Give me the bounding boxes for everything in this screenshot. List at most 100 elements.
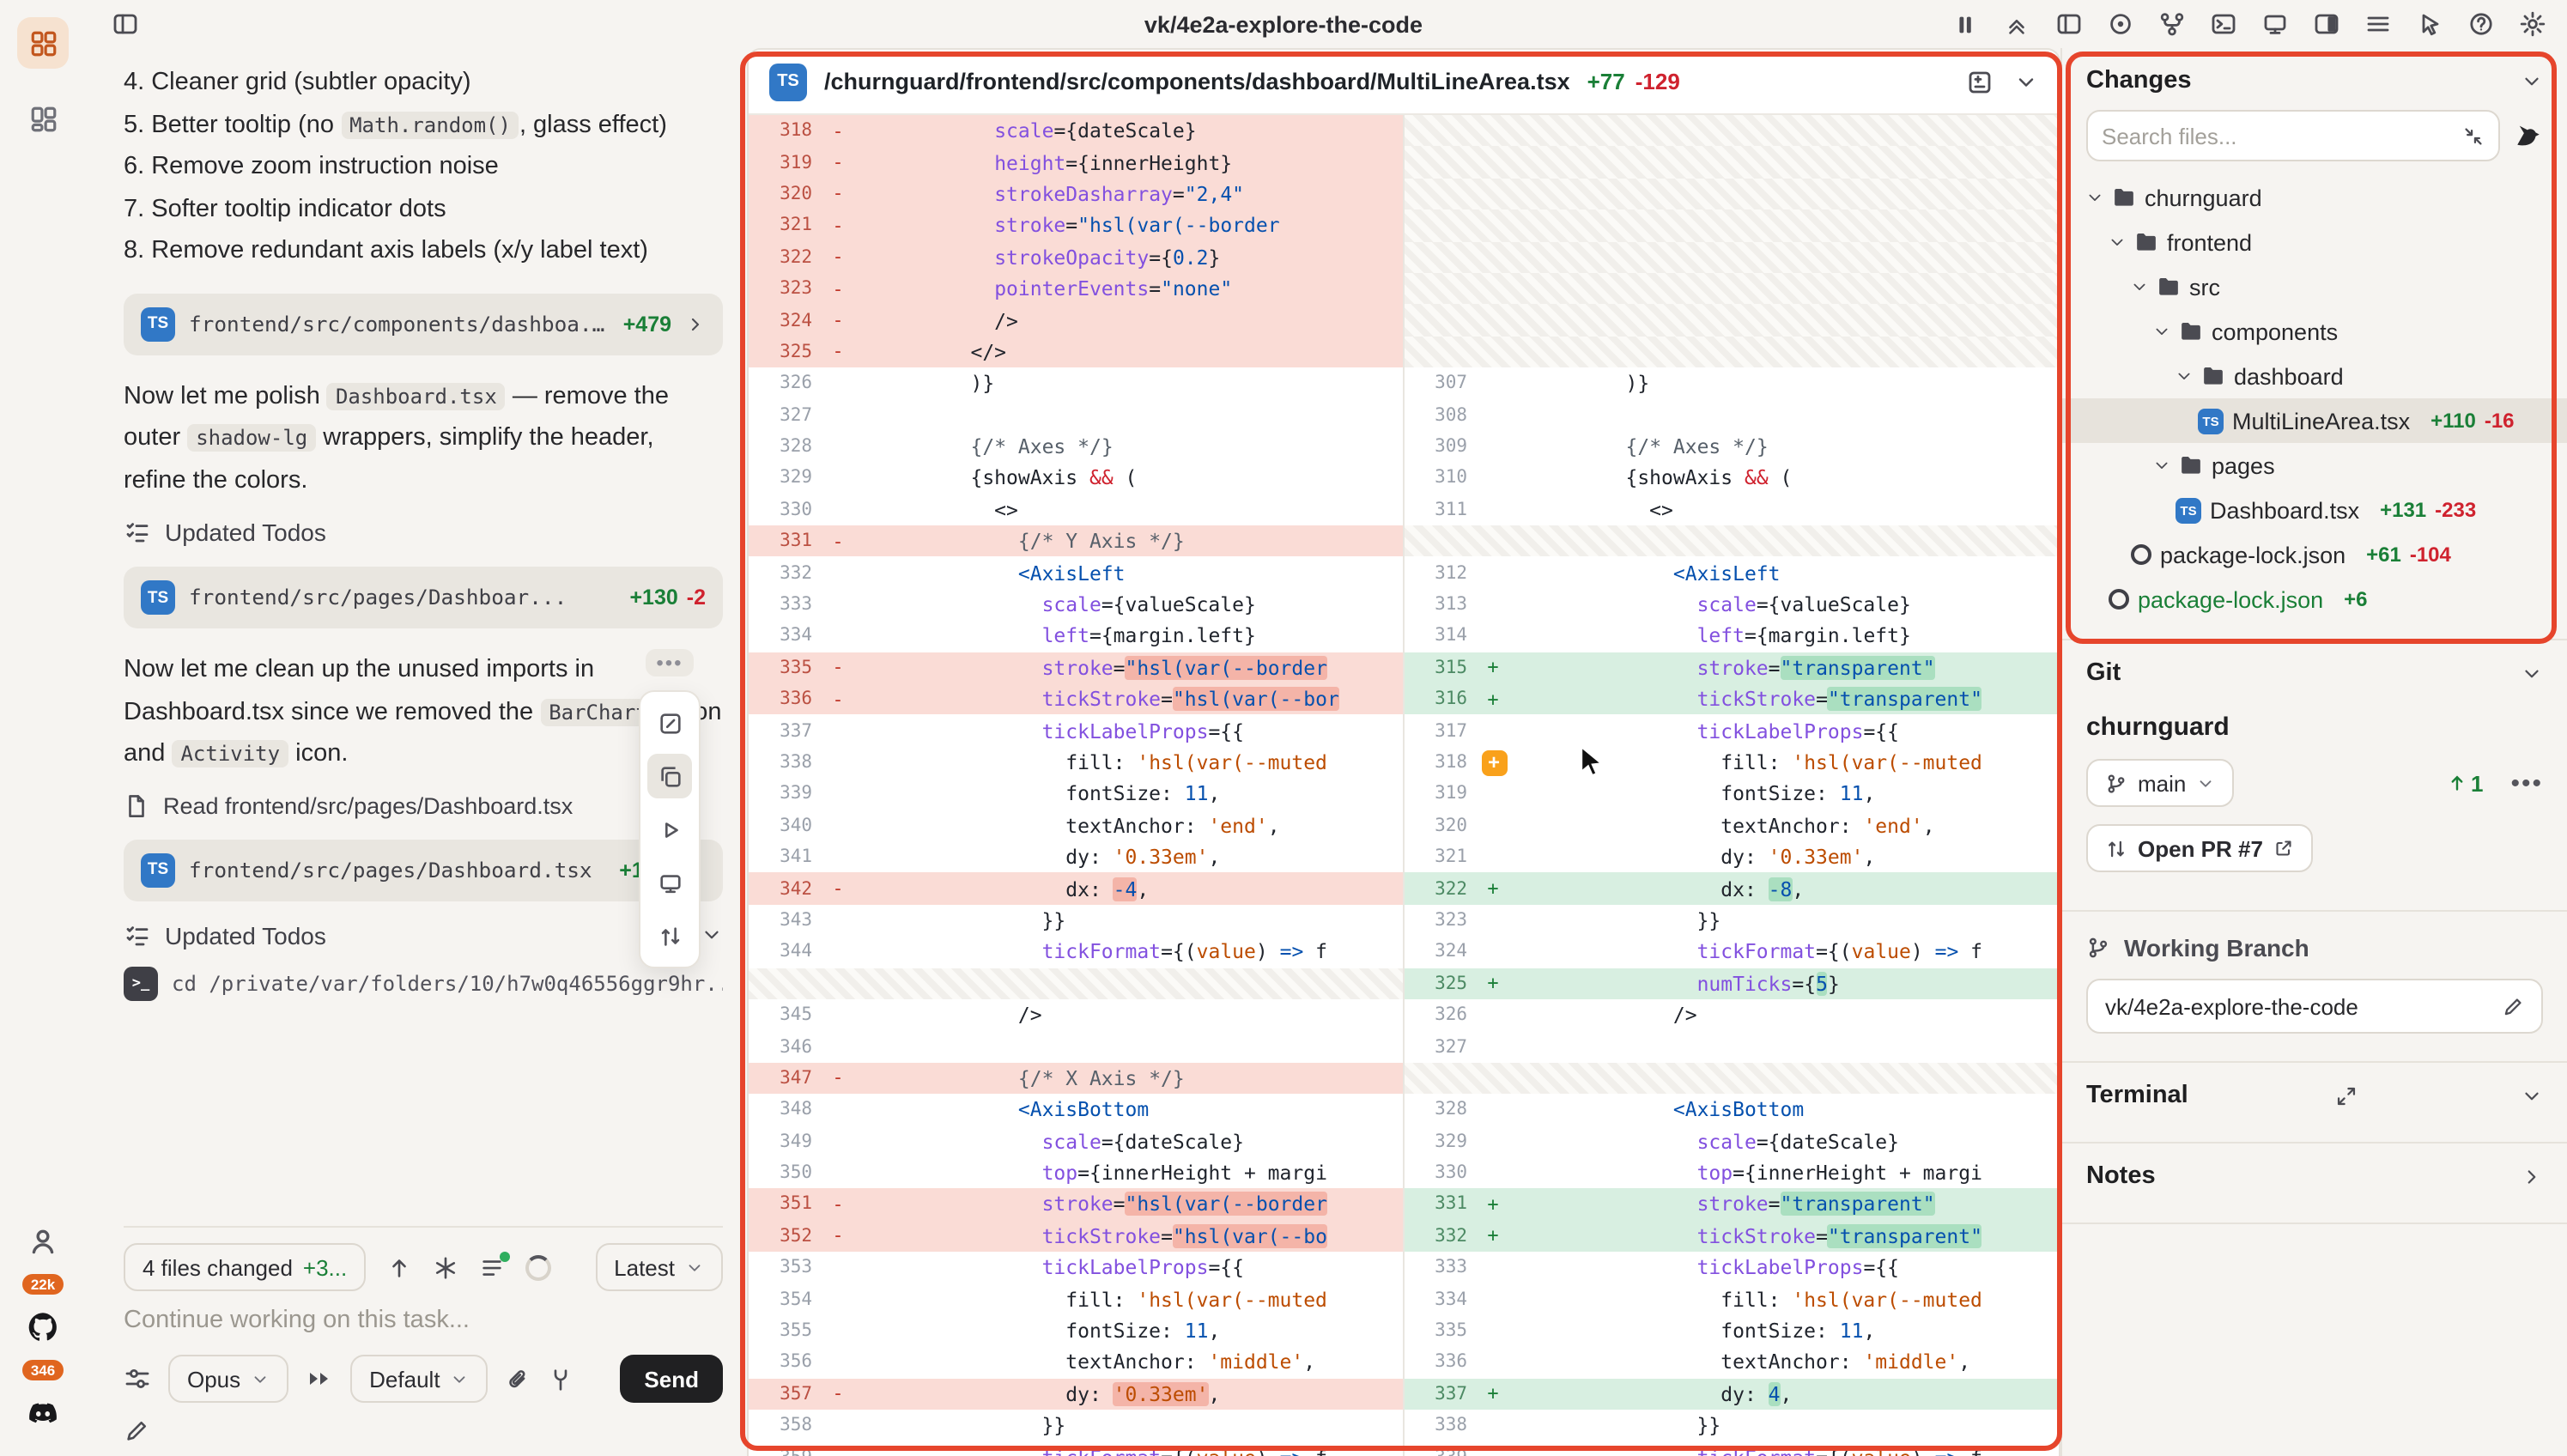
chevron-down-icon[interactable] [2521, 1084, 2543, 1107]
working-branch-input[interactable]: vk/4e2a-explore-the-code [2086, 979, 2543, 1034]
diff-row[interactable]: 335- stroke="hsl(var(--border315+ stroke… [749, 652, 2059, 683]
diff-row[interactable]: 325- </> [749, 336, 2059, 367]
diff-row[interactable]: 320- strokeDasharray="2,4" [749, 179, 2059, 210]
workspace-icon[interactable] [17, 17, 69, 69]
pointer-icon[interactable] [2414, 9, 2443, 39]
diff-row[interactable]: 336- tickStroke="hsl(var(--bor316+ tickS… [749, 683, 2059, 715]
terminal-section-header[interactable]: Terminal [2062, 1063, 2567, 1125]
sliders-icon[interactable] [124, 1365, 151, 1392]
diff-row[interactable]: 324- /> [749, 305, 2059, 337]
todos-item[interactable]: Updated Todos [124, 519, 723, 546]
panel-right-icon[interactable] [2311, 9, 2340, 39]
monitor-icon[interactable] [647, 860, 692, 905]
file-chip[interactable]: TS frontend/src/pages/Dashboard.tsx +1-5 [124, 839, 723, 901]
diff-row[interactable]: 346327 [749, 1031, 2059, 1063]
chat-bubble-icon[interactable] [2105, 9, 2134, 39]
diff-row[interactable]: 359 tickFormat={(value) => f339 tickForm… [749, 1441, 2059, 1456]
diff-row[interactable]: 357- dy: '0.33em',337+ dy: 4, [749, 1378, 2059, 1410]
diff-options-icon[interactable] [1966, 68, 1994, 95]
file-tree-item[interactable]: TSMultiLineArea.tsx+110-16 [2062, 398, 2567, 443]
chevron-down-icon[interactable] [2176, 367, 2193, 385]
terminal-command-item[interactable]: >_ cd /private/var/folders/10/h7w0q46556… [124, 966, 723, 1000]
more-icon[interactable]: ••• [2510, 768, 2543, 798]
file-tree-item[interactable]: churnguard [2062, 175, 2567, 220]
chat-scroll-area[interactable]: 4. Cleaner grid (subtler opacity)5. Bett… [124, 62, 723, 1226]
diff-rows[interactable]: 318- scale={dateScale}319- height={inner… [749, 115, 2059, 1456]
search-input[interactable]: Search files... [2086, 110, 2500, 161]
help-icon[interactable] [2466, 9, 2495, 39]
file-tree-item[interactable]: package-lock.json+61-104 [2062, 532, 2567, 577]
diff-row[interactable]: 345 />326 /> [749, 999, 2059, 1031]
settings-icon[interactable] [2517, 9, 2546, 39]
file-tree-item[interactable]: dashboard [2062, 354, 2567, 398]
diff-row[interactable]: 321- stroke="hsl(var(--border [749, 209, 2059, 241]
more-icon[interactable]: ••• [646, 649, 694, 676]
mode-dropdown[interactable]: Default [350, 1355, 488, 1403]
pause-icon[interactable] [1951, 9, 1980, 39]
diff-row[interactable]: 356 textAnchor: 'middle',336 textAnchor:… [749, 1346, 2059, 1378]
person-icon[interactable] [17, 1216, 69, 1267]
chevron-down-icon[interactable] [2153, 457, 2170, 474]
file-tree-item[interactable]: src [2062, 264, 2567, 309]
github-icon[interactable] [17, 1301, 69, 1353]
diff-row[interactable]: 330 <>311 <> [749, 494, 2059, 525]
diff-row[interactable]: 344 tickFormat={(value) => f324 tickForm… [749, 936, 2059, 968]
chevron-down-icon[interactable] [2521, 70, 2543, 92]
diff-row[interactable]: 352- tickStroke="hsl(var(--bo332+ tickSt… [749, 1220, 2059, 1252]
chevron-down-icon[interactable] [701, 924, 723, 946]
latest-dropdown[interactable]: Latest [595, 1243, 723, 1291]
file-tree-item[interactable]: TSDashboard.tsx+131-233 [2062, 488, 2567, 532]
diff-row[interactable]: 348 <AxisBottom328 <AxisBottom [749, 1094, 2059, 1125]
diff-row[interactable]: 341 dy: '0.33em',321 dy: '0.33em', [749, 841, 2059, 873]
file-tree-item[interactable]: pages [2062, 443, 2567, 488]
sparkle-icon[interactable] [433, 1254, 458, 1280]
diff-row[interactable]: 350 top={innerHeight + margi330 top={inn… [749, 1157, 2059, 1189]
fast-forward-icon[interactable] [306, 1365, 333, 1392]
diff-row[interactable]: 334 left={margin.left}314 left={margin.l… [749, 621, 2059, 652]
diff-row[interactable]: 332 <AxisLeft312 <AxisLeft [749, 557, 2059, 589]
diff-row[interactable]: 331- {/* Y Axis */} [749, 525, 2059, 557]
diff-row[interactable]: 325+ numTicks={5} [749, 968, 2059, 999]
read-file-item[interactable]: Read frontend/src/pages/Dashboard.tsx [124, 792, 723, 818]
diff-row[interactable]: 353 tickLabelProps={{333 tickLabelProps=… [749, 1252, 2059, 1283]
todos-item[interactable]: Updated Todos [124, 921, 723, 949]
monitor-icon[interactable] [2260, 9, 2289, 39]
chevron-down-icon[interactable] [2014, 70, 2038, 94]
collapse-icon[interactable] [2002, 9, 2031, 39]
git-section-header[interactable]: Git [2062, 640, 2567, 702]
chevron-right-icon[interactable] [2521, 1165, 2543, 1187]
chevron-down-icon[interactable] [2109, 234, 2126, 251]
menu-icon[interactable] [2363, 9, 2392, 39]
diff-row[interactable]: 349 scale={dateScale}329 scale={dateScal… [749, 1125, 2059, 1157]
diff-row[interactable]: 347- {/* X Axis */} [749, 1062, 2059, 1094]
chevron-down-icon[interactable] [2153, 323, 2170, 340]
slingshot-icon[interactable] [549, 1366, 574, 1392]
diff-row[interactable]: 351- stroke="hsl(var(--border331+ stroke… [749, 1189, 2059, 1221]
panel-toggle-icon[interactable] [110, 9, 139, 39]
git-network-icon[interactable] [2157, 9, 2186, 39]
bird-icon[interactable] [2514, 121, 2543, 150]
diff-row[interactable]: 333 scale={valueScale}313 scale={valueSc… [749, 589, 2059, 621]
collapse-tree-icon[interactable] [2462, 124, 2485, 147]
copy-icon[interactable] [647, 754, 692, 798]
chevron-down-icon[interactable] [2086, 189, 2103, 206]
pencil-icon[interactable] [124, 1418, 723, 1444]
diff-row[interactable]: 326 )}307 )} [749, 367, 2059, 399]
diff-row[interactable]: 328 {/* Axes */}309 {/* Axes */} [749, 431, 2059, 463]
grid-icon[interactable] [17, 93, 69, 144]
pencil-icon[interactable] [2502, 995, 2524, 1017]
panel-left-icon[interactable] [2054, 9, 2083, 39]
open-pr-button[interactable]: Open PR #7 [2086, 824, 2313, 872]
edit-diff-icon[interactable] [647, 701, 692, 745]
diff-row[interactable]: 342- dx: -4,322+ dx: -8, [749, 873, 2059, 905]
file-chip[interactable]: TS frontend/src/components/dashboa... +4… [124, 293, 723, 355]
file-tree-item[interactable]: frontend [2062, 220, 2567, 264]
branch-selector[interactable]: main [2086, 759, 2234, 807]
diff-row[interactable]: 340 textAnchor: 'end',320 textAnchor: 'e… [749, 810, 2059, 841]
play-icon[interactable] [647, 807, 692, 852]
diff-row[interactable]: 329 {showAxis && (310 {showAxis && ( [749, 463, 2059, 494]
message-input[interactable]: Continue working on this task... [124, 1307, 723, 1334]
changes-section-header[interactable]: Changes [2062, 48, 2567, 110]
diff-row[interactable]: 358 }}338 }} [749, 1410, 2059, 1441]
up-arrow-icon[interactable] [386, 1254, 412, 1280]
